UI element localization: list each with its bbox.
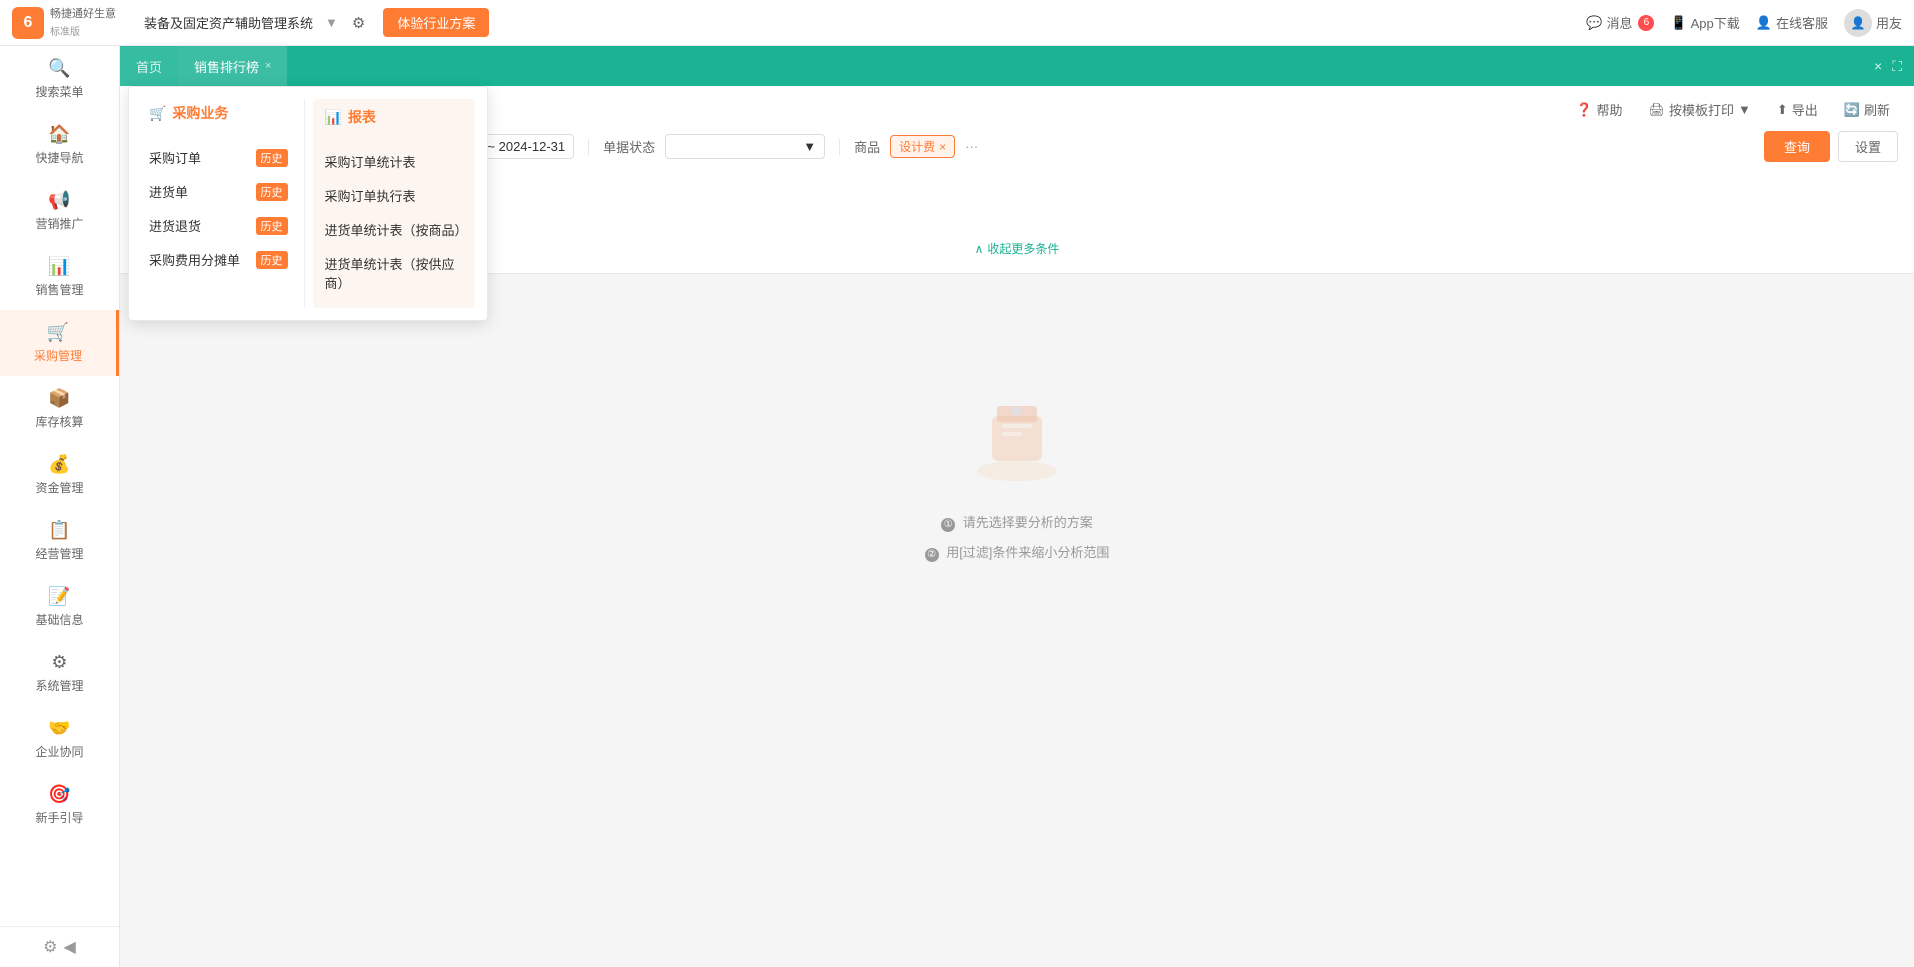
report-icon: 📊 — [325, 109, 342, 126]
inbound-badge: 历史 — [256, 183, 288, 201]
report-section-title: 📊 报表 — [325, 107, 464, 133]
menu-item-purchase-order-exec[interactable]: 采购订单执行表 — [325, 179, 464, 213]
dropdown-menu: 🛒 采购业务 采购订单 历史 进货单 历史 进货退货 历史 采购费用分摊单 历史… — [128, 86, 488, 321]
menu-item-cost-allocation[interactable]: 采购费用分摊单 历史 — [149, 243, 288, 277]
cost-badge: 历史 — [256, 251, 288, 269]
menu-item-return[interactable]: 进货退货 历史 — [149, 209, 288, 243]
purchase-section-icon: 🛒 — [149, 105, 166, 122]
menu-item-purchase-order-stats[interactable]: 采购订单统计表 — [325, 145, 464, 179]
menu-item-inbound-stats-supplier[interactable]: 进货单统计表（按供应商） — [325, 247, 464, 300]
purchase-section-title: 🛒 采购业务 — [149, 103, 288, 129]
menu-item-inbound-stats-goods[interactable]: 进货单统计表（按商品） — [325, 213, 464, 247]
purchase-order-badge: 历史 — [256, 149, 288, 167]
menu-item-inbound[interactable]: 进货单 历史 — [149, 175, 288, 209]
report-section: 📊 报表 采购订单统计表 采购订单执行表 进货单统计表（按商品） 进货单统计表（… — [313, 99, 476, 308]
return-badge: 历史 — [256, 217, 288, 235]
purchase-section: 🛒 采购业务 采购订单 历史 进货单 历史 进货退货 历史 采购费用分摊单 历史 — [141, 99, 296, 308]
menu-divider — [304, 99, 305, 308]
menu-item-purchase-order[interactable]: 采购订单 历史 — [149, 141, 288, 175]
